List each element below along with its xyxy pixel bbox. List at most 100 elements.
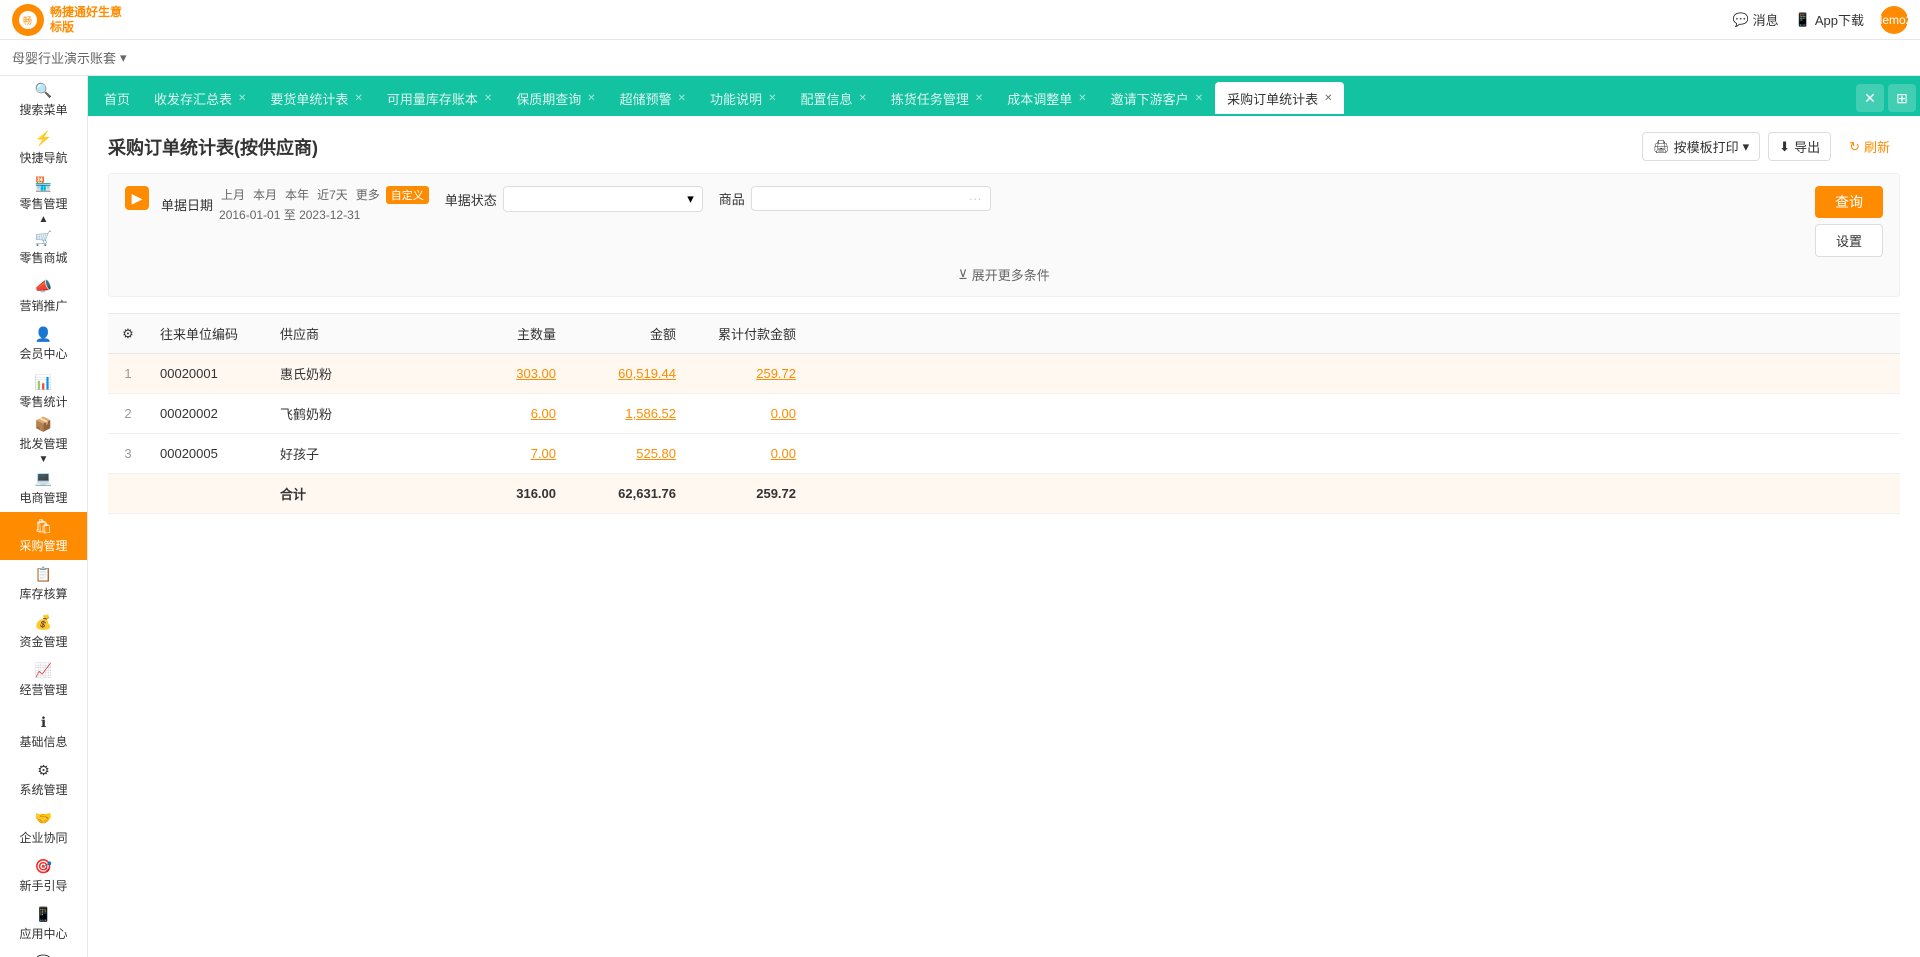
col-code-header: 往来单位编码 (148, 314, 268, 354)
shortcut-this-month[interactable]: 本月 (251, 186, 279, 204)
row2-paid-link[interactable]: 0.00 (771, 406, 796, 421)
goods-input[interactable]: ··· (751, 186, 991, 211)
row2-paid[interactable]: 0.00 (688, 394, 808, 434)
shortcut-7days[interactable]: 近7天 (315, 186, 350, 204)
row1-amount[interactable]: 60,519.44 (568, 354, 688, 394)
wholesale-icon: 📦 (35, 416, 52, 433)
row2-code: 00020002 (148, 394, 268, 434)
row1-amount-link[interactable]: 60,519.44 (618, 366, 676, 381)
member-icon: 👤 (35, 326, 52, 343)
sidebar-item-retail[interactable]: 🏪 零售管理 ▲ (0, 176, 87, 224)
close-tab-receive[interactable]: ✕ (238, 93, 246, 104)
expand-tabs-button[interactable]: ⊞ (1888, 84, 1916, 112)
sidebar-item-search[interactable]: 🔍 搜索菜单 (0, 76, 87, 124)
export-button[interactable]: ⬇ 导出 (1768, 132, 1831, 161)
row1-qty[interactable]: 303.00 (468, 354, 568, 394)
tab-purchase-order-summary[interactable]: 采购订单统计表 ✕ (1215, 82, 1344, 114)
close-tab-config[interactable]: ✕ (858, 93, 866, 104)
close-tab-purchase-summary[interactable]: ✕ (1324, 93, 1332, 104)
tab-invite-downstream[interactable]: 邀请下游客户 ✕ (1099, 82, 1215, 114)
avatar[interactable]: demo2 (1880, 6, 1908, 34)
row3-amount[interactable]: 525.80 (568, 434, 688, 474)
refresh-button[interactable]: ↻ 刷新 (1839, 133, 1900, 160)
inventory-icon: 📋 (35, 566, 52, 583)
close-tab-overstock[interactable]: ✕ (678, 93, 686, 104)
tab-receive-summary[interactable]: 收发存汇总表 ✕ (142, 82, 258, 114)
shortcut-last-month[interactable]: 上月 (219, 186, 247, 204)
sidebar-item-purchase[interactable]: 🛍 采购管理 (0, 512, 87, 560)
row1-paid[interactable]: 259.72 (688, 354, 808, 394)
shortcut-this-year[interactable]: 本年 (283, 186, 311, 204)
filter-fields: 单据日期 上月 本月 本年 近7天 更多 自定义 (161, 186, 1803, 223)
sidebar-item-finance[interactable]: 💰 资金管理 (0, 608, 87, 656)
operations-icon: 📈 (35, 662, 52, 679)
close-tab-picking[interactable]: ✕ (975, 93, 983, 104)
sidebar-item-inventory[interactable]: 📋 库存核算 (0, 560, 87, 608)
filter-toggle-button[interactable]: ▶ (125, 186, 149, 210)
sidebar-item-enterprise-wechat[interactable]: 💬 企业微信 (0, 948, 87, 957)
row3-qty-link[interactable]: 7.00 (531, 446, 556, 461)
row3-paid-link[interactable]: 0.00 (771, 446, 796, 461)
close-tab-function[interactable]: ✕ (768, 93, 776, 104)
row2-amount[interactable]: 1,586.52 (568, 394, 688, 434)
page-inner: 采购订单统计表(按供应商) 🖨 按模板打印 ▾ ⬇ 导出 ↻ (88, 116, 1920, 957)
print-icon: 🖨 (1653, 139, 1670, 155)
tab-config[interactable]: 配置信息 ✕ (788, 82, 878, 114)
row3-amount-link[interactable]: 525.80 (636, 446, 676, 461)
row3-paid[interactable]: 0.00 (688, 434, 808, 474)
expand-icon: ⊻ (958, 267, 968, 283)
sidebar-item-app-center[interactable]: 📱 应用中心 (0, 900, 87, 948)
sidebar-item-basic-info[interactable]: ℹ 基础信息 (0, 708, 87, 756)
settings-button[interactable]: 设置 (1815, 224, 1883, 257)
close-all-tabs-button[interactable]: ✕ (1856, 84, 1884, 112)
row2-qty-link[interactable]: 6.00 (531, 406, 556, 421)
tab-cost-adjust[interactable]: 成本调整单 ✕ (995, 82, 1098, 114)
sidebar-item-retail-shop[interactable]: 🛒 零售商城 (0, 224, 87, 272)
row1-qty-link[interactable]: 303.00 (516, 366, 556, 381)
status-select[interactable]: ▾ (503, 186, 703, 212)
expand-more-button[interactable]: ⊻ 展开更多条件 (125, 265, 1883, 284)
page-title: 采购订单统计表(按供应商) (108, 134, 318, 160)
close-tab-purchase-detail[interactable]: ✕ (354, 93, 362, 104)
shortcut-more[interactable]: 更多 (354, 186, 382, 204)
data-table: ⚙ 往来单位编码 供应商 主数量 金额 累计付款金额 1 (108, 313, 1900, 514)
close-tab-invite[interactable]: ✕ (1195, 93, 1203, 104)
sidebar-item-enterprise-collab[interactable]: 🤝 企业协同 (0, 804, 87, 852)
row1-paid-link[interactable]: 259.72 (756, 366, 796, 381)
tab-overstock[interactable]: 超储预警 ✕ (608, 82, 698, 114)
sidebar-item-member[interactable]: 👤 会员中心 (0, 320, 87, 368)
close-tab-warranty[interactable]: ✕ (587, 93, 595, 104)
row2-amount-link[interactable]: 1,586.52 (625, 406, 676, 421)
tab-warranty-query[interactable]: 保质期查询 ✕ (504, 82, 607, 114)
app-download-button[interactable]: 📱 App下载 (1795, 10, 1864, 29)
sidebar-item-quick-nav[interactable]: ⚡ 快捷导航 (0, 124, 87, 172)
row2-qty[interactable]: 6.00 (468, 394, 568, 434)
sidebar-item-operations[interactable]: 📈 经营管理 (0, 656, 87, 704)
messages-button[interactable]: 💬 消息 (1732, 10, 1778, 29)
close-tab-available-stock[interactable]: ✕ (484, 93, 492, 104)
tab-purchase-detail[interactable]: 要货单统计表 ✕ (258, 82, 374, 114)
page-header-actions: 🖨 按模板打印 ▾ ⬇ 导出 ↻ 刷新 (1642, 132, 1900, 161)
arrow-icon: ▲ (39, 214, 49, 225)
tab-home[interactable]: 首页 (92, 82, 142, 114)
close-tab-cost[interactable]: ✕ (1078, 93, 1086, 104)
row3-qty[interactable]: 7.00 (468, 434, 568, 474)
sidebar-item-system[interactable]: ⚙ 系统管理 (0, 756, 87, 804)
sidebar-item-marketing[interactable]: 📣 营销推广 (0, 272, 87, 320)
sidebar-item-new-guide[interactable]: 🎯 新手引导 (0, 852, 87, 900)
tab-picking-task[interactable]: 拣货任务管理 ✕ (879, 82, 995, 114)
message-icon: 💬 (1732, 12, 1748, 28)
tab-function-desc[interactable]: 功能说明 ✕ (698, 82, 788, 114)
query-button[interactable]: 查询 (1815, 186, 1883, 218)
gear-icon[interactable]: ⚙ (122, 326, 134, 341)
sidebar-item-retail-stats[interactable]: 📊 零售统计 (0, 368, 87, 416)
sidebar-item-ecommerce[interactable]: 💻 电商管理 (0, 464, 87, 512)
row1-index: 1 (108, 354, 148, 394)
filter-main-row: ▶ 单据日期 上月 本月 本年 近7天 (125, 186, 1883, 257)
workspace-selector[interactable]: 母婴行业演示账套 ▾ (12, 48, 127, 67)
sidebar-item-wholesale[interactable]: 📦 批发管理 ▼ (0, 416, 87, 464)
print-button[interactable]: 🖨 按模板打印 ▾ (1642, 132, 1760, 161)
tab-available-stock[interactable]: 可用量库存账本 ✕ (375, 82, 504, 114)
footer-label: 合计 (268, 474, 468, 514)
sidebar: 🔍 搜索菜单 ⚡ 快捷导航 🏪 零售管理 ▲ 🛒 零售商城 📣 营销推广 👤 会… (0, 76, 88, 957)
